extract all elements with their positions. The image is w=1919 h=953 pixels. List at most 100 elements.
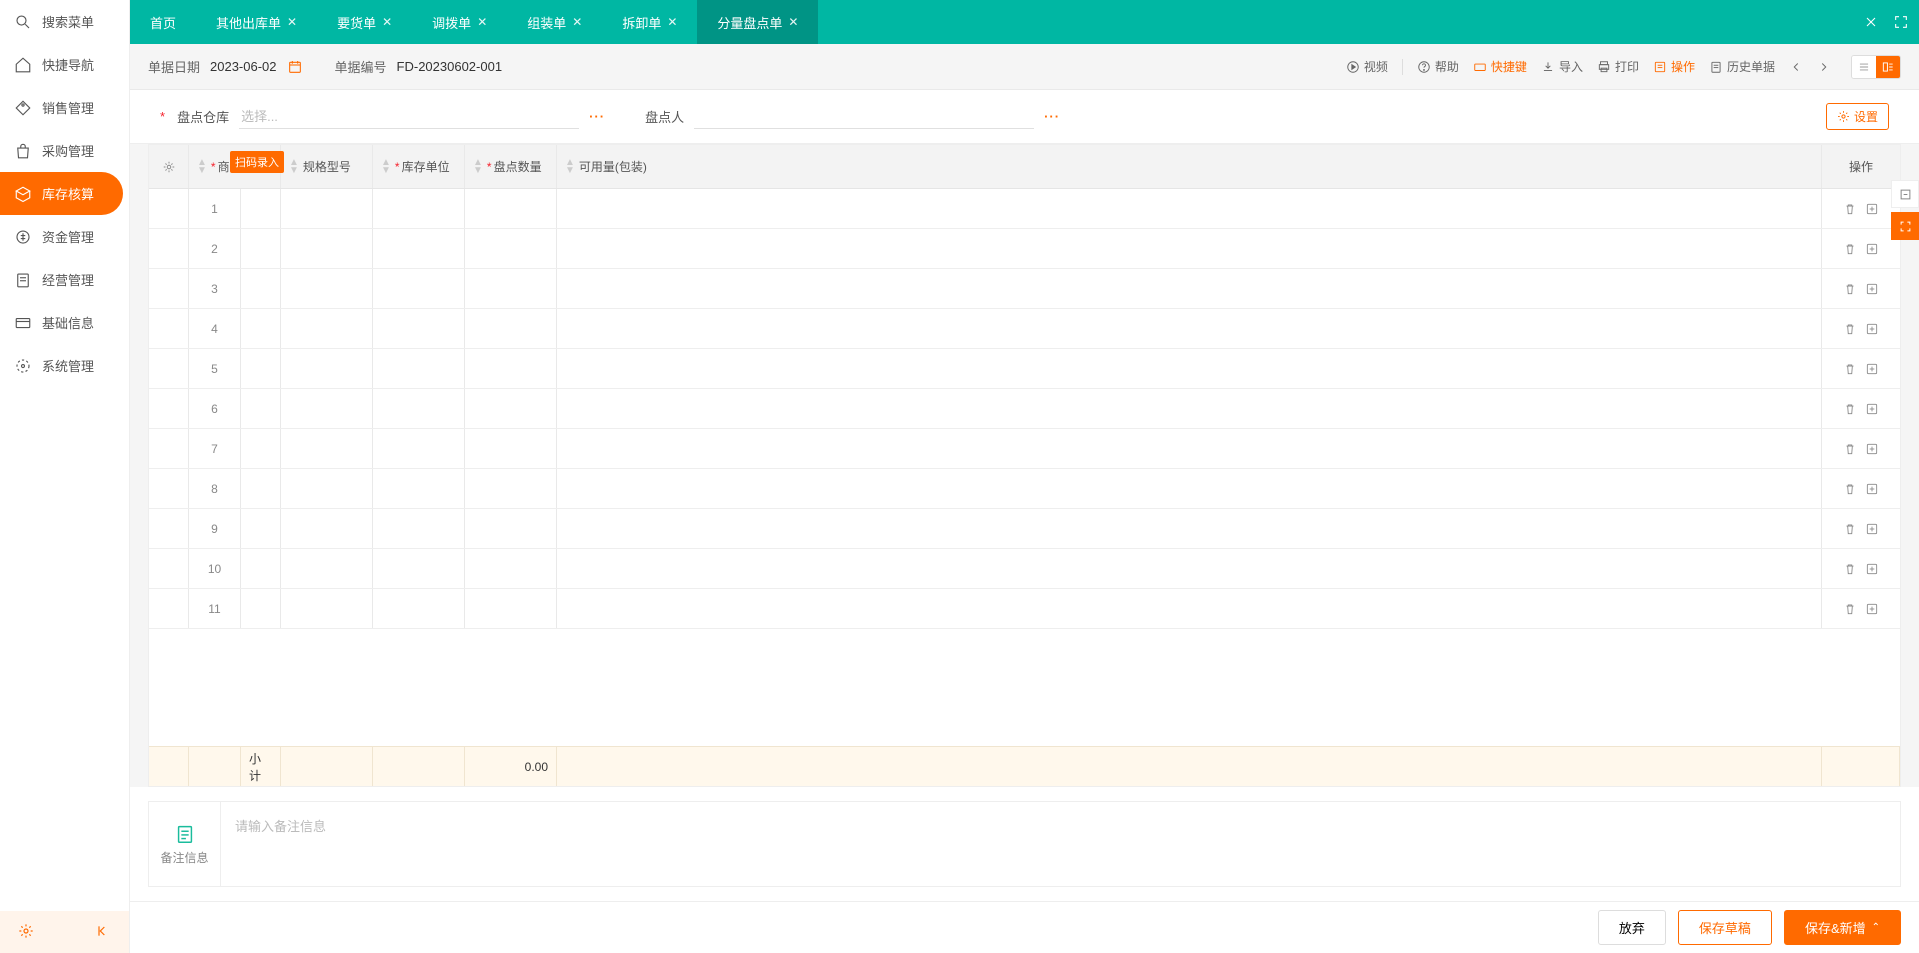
table-row[interactable]: 3 xyxy=(149,269,1900,309)
save-new-button[interactable]: 保存&新增⌃ xyxy=(1784,910,1901,945)
date-value[interactable]: 2023-06-02 xyxy=(210,59,277,74)
scan-badge[interactable]: 扫码录入 xyxy=(230,151,284,173)
operate-action[interactable]: 操作 xyxy=(1653,58,1695,75)
field-person: 盘点人 ··· xyxy=(645,105,1060,129)
th-avail[interactable]: ▲▼可用量(包装) xyxy=(557,145,1822,188)
float-expand-icon[interactable] xyxy=(1891,212,1919,240)
note-icon xyxy=(174,823,196,845)
add-icon[interactable] xyxy=(1865,202,1879,216)
delete-icon[interactable] xyxy=(1843,442,1857,456)
sidebar-item-business[interactable]: 经营管理 xyxy=(0,258,129,301)
discard-button[interactable]: 放弃 xyxy=(1598,910,1666,945)
next-icon[interactable] xyxy=(1817,60,1831,74)
settings-button[interactable]: 设置 xyxy=(1826,103,1889,130)
table-row[interactable]: 2 xyxy=(149,229,1900,269)
close-icon[interactable]: ✕ xyxy=(382,15,392,29)
delete-icon[interactable] xyxy=(1843,562,1857,576)
tab-other-out[interactable]: 其他出库单✕ xyxy=(196,0,317,44)
view-list-icon[interactable] xyxy=(1852,56,1876,78)
row-number: 8 xyxy=(189,469,241,508)
tab-request[interactable]: 要货单✕ xyxy=(317,0,412,44)
table-row[interactable]: 8 xyxy=(149,469,1900,509)
close-icon[interactable]: ✕ xyxy=(287,15,297,29)
delete-icon[interactable] xyxy=(1843,322,1857,336)
th-unit[interactable]: ▲▼*库存单位 xyxy=(373,145,465,188)
tab-weight-count[interactable]: 分量盘点单 ✕ xyxy=(697,0,818,44)
settings-gear-icon[interactable] xyxy=(18,923,34,942)
delete-icon[interactable] xyxy=(1843,522,1857,536)
close-icon[interactable]: ✕ xyxy=(572,15,582,29)
collapse-icon[interactable] xyxy=(95,923,111,942)
add-icon[interactable] xyxy=(1865,282,1879,296)
float-toggle-icon[interactable] xyxy=(1891,180,1919,208)
close-icon[interactable]: ✕ xyxy=(667,15,677,29)
sidebar-label: 经营管理 xyxy=(42,270,94,289)
tab-label: 分量盘点单 xyxy=(717,13,782,32)
warehouse-input[interactable] xyxy=(239,105,579,129)
tab-disassemble[interactable]: 拆卸单✕ xyxy=(602,0,697,44)
th-qty[interactable]: ▲▼*盘点数量 xyxy=(465,145,557,188)
table-row[interactable]: 9 xyxy=(149,509,1900,549)
th-gear[interactable] xyxy=(149,145,189,188)
hotkey-action[interactable]: 快捷键 xyxy=(1473,58,1527,75)
remark-input[interactable] xyxy=(221,802,1900,886)
delete-icon[interactable] xyxy=(1843,362,1857,376)
add-icon[interactable] xyxy=(1865,322,1879,336)
delete-icon[interactable] xyxy=(1843,242,1857,256)
th-product[interactable]: ▲▼*商品 扫码录入 xyxy=(189,145,281,188)
add-icon[interactable] xyxy=(1865,602,1879,616)
delete-icon[interactable] xyxy=(1843,402,1857,416)
sidebar-label: 基础信息 xyxy=(42,313,94,332)
tab-assemble[interactable]: 组装单✕ xyxy=(507,0,602,44)
delete-icon[interactable] xyxy=(1843,602,1857,616)
warehouse-lookup-icon[interactable]: ··· xyxy=(589,109,605,124)
table-row[interactable]: 11 xyxy=(149,589,1900,629)
sidebar-item-sales[interactable]: 销售管理 xyxy=(0,86,129,129)
table-row[interactable]: 5 xyxy=(149,349,1900,389)
sidebar-item-nav[interactable]: 快捷导航 xyxy=(0,43,129,86)
fullscreen-icon[interactable] xyxy=(1893,14,1909,30)
delete-icon[interactable] xyxy=(1843,282,1857,296)
sidebar-item-baseinfo[interactable]: 基础信息 xyxy=(0,301,129,344)
delete-icon[interactable] xyxy=(1843,482,1857,496)
tab-home[interactable]: 首页 xyxy=(130,0,196,44)
person-lookup-icon[interactable]: ··· xyxy=(1044,109,1060,124)
person-input[interactable] xyxy=(694,105,1034,129)
add-icon[interactable] xyxy=(1865,242,1879,256)
calendar-icon[interactable] xyxy=(287,59,303,75)
th-spec[interactable]: ▲▼规格型号 xyxy=(281,145,373,188)
table-row[interactable]: 1 xyxy=(149,189,1900,229)
close-all-icon[interactable] xyxy=(1863,14,1879,30)
table-row[interactable]: 6 xyxy=(149,389,1900,429)
save-draft-button[interactable]: 保存草稿 xyxy=(1678,910,1772,945)
add-icon[interactable] xyxy=(1865,362,1879,376)
table-row[interactable]: 4 xyxy=(149,309,1900,349)
sidebar-item-purchase[interactable]: 采购管理 xyxy=(0,129,129,172)
print-action[interactable]: 打印 xyxy=(1597,58,1639,75)
sidebar-item-finance[interactable]: 资金管理 xyxy=(0,215,129,258)
table-row[interactable]: 7 xyxy=(149,429,1900,469)
close-icon[interactable]: ✕ xyxy=(477,15,487,29)
tab-transfer[interactable]: 调拨单✕ xyxy=(412,0,507,44)
add-icon[interactable] xyxy=(1865,482,1879,496)
row-number: 1 xyxy=(189,189,241,228)
main: 首页 其他出库单✕ 要货单✕ 调拨单✕ 组装单✕ 拆卸单✕ 分量盘点单 ✕ 单据日… xyxy=(130,0,1919,953)
history-action[interactable]: 历史单据 xyxy=(1709,58,1775,75)
import-action[interactable]: 导入 xyxy=(1541,58,1583,75)
help-action[interactable]: 帮助 xyxy=(1417,58,1459,75)
prev-icon[interactable] xyxy=(1789,60,1803,74)
add-icon[interactable] xyxy=(1865,402,1879,416)
add-icon[interactable] xyxy=(1865,442,1879,456)
toolbar: 单据日期 2023-06-02 单据编号 FD-20230602-001 视频 … xyxy=(130,44,1919,90)
add-icon[interactable] xyxy=(1865,562,1879,576)
delete-icon[interactable] xyxy=(1843,202,1857,216)
sidebar-item-inventory[interactable]: 库存核算 xyxy=(0,172,123,215)
view-form-icon[interactable] xyxy=(1876,56,1900,78)
video-action[interactable]: 视频 xyxy=(1346,58,1388,75)
add-icon[interactable] xyxy=(1865,522,1879,536)
close-icon[interactable]: ✕ xyxy=(788,15,798,29)
bag-icon xyxy=(14,142,32,160)
sidebar-item-search[interactable]: 搜索菜单 xyxy=(0,0,129,43)
table-row[interactable]: 10 xyxy=(149,549,1900,589)
sidebar-item-system[interactable]: 系统管理 xyxy=(0,344,129,387)
